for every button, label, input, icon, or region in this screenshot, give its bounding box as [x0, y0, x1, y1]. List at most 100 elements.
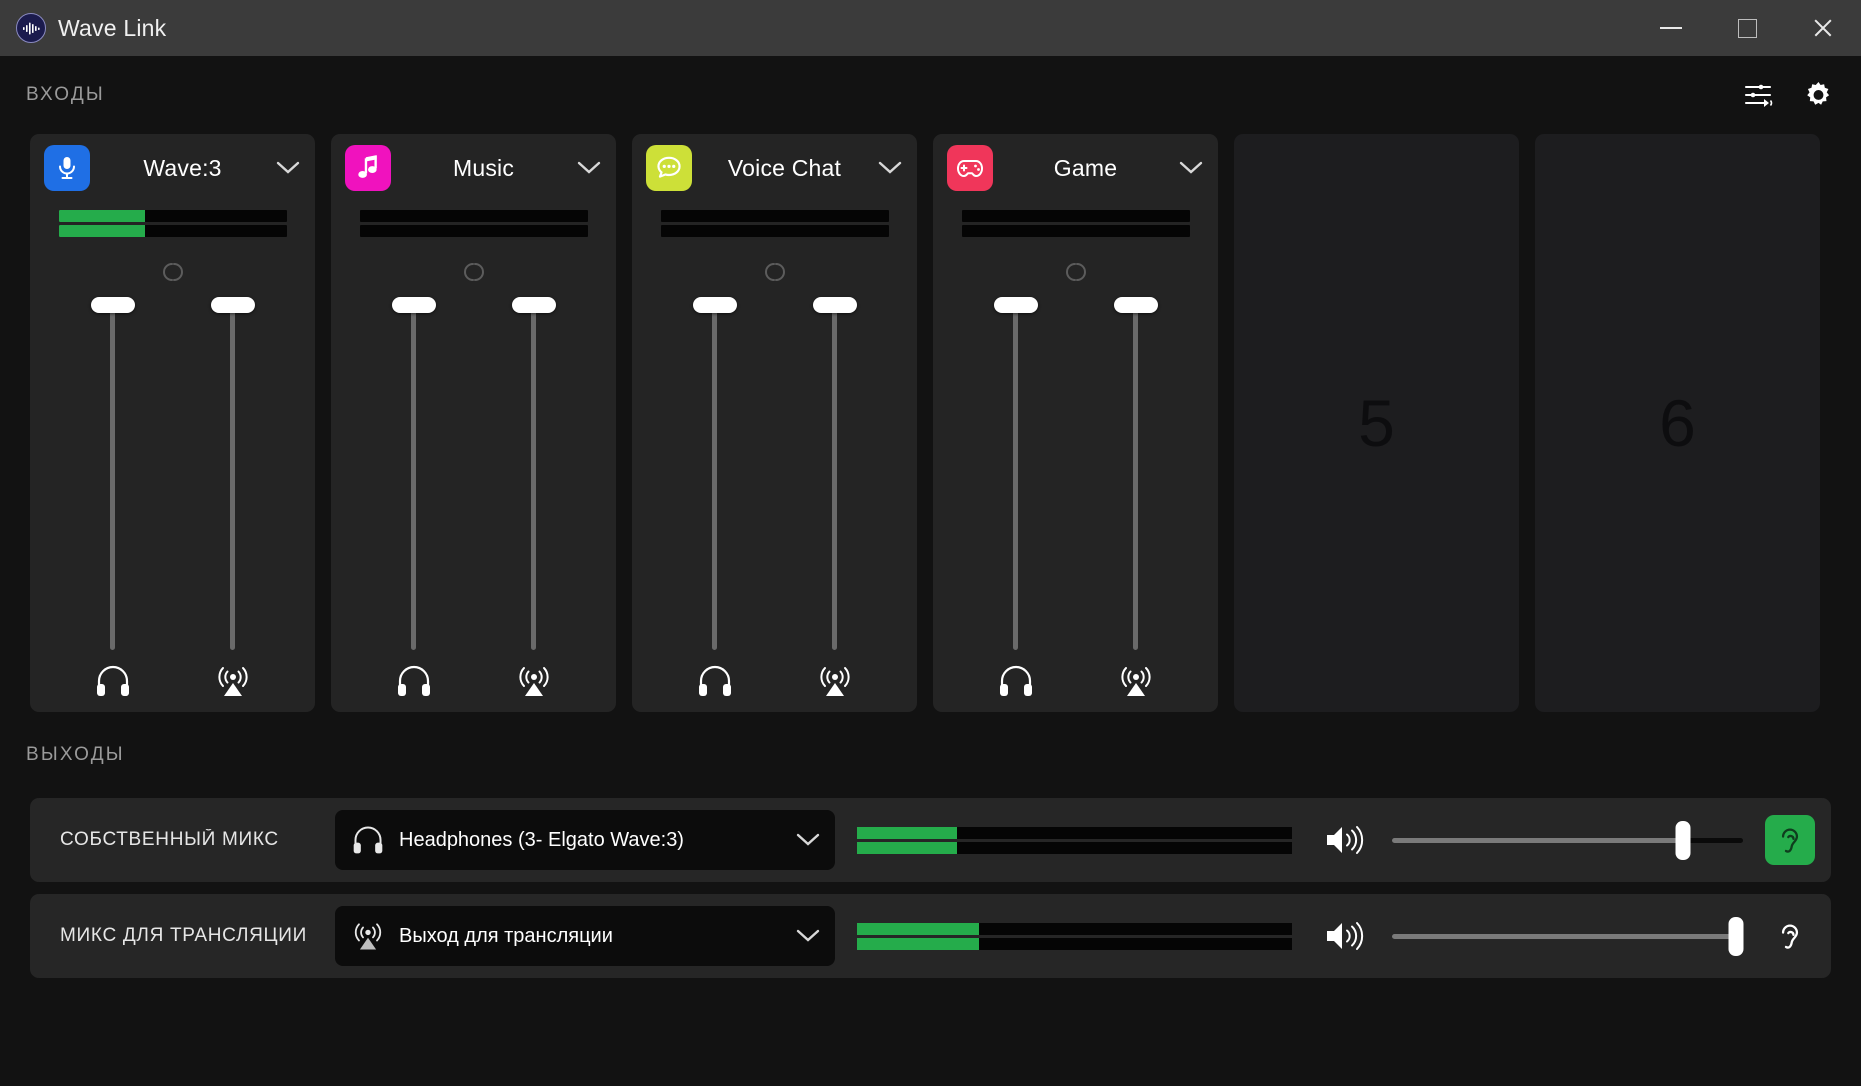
gamepad-icon[interactable] — [947, 145, 993, 191]
channel-header: Wave:3 — [30, 134, 315, 202]
chevron-down-icon[interactable] — [795, 833, 821, 847]
fader-local-mix[interactable] — [84, 297, 142, 712]
music-note-icon[interactable] — [345, 145, 391, 191]
level-meter-left — [961, 210, 1190, 222]
level-meter-left — [857, 922, 1292, 935]
chevron-down-icon[interactable] — [275, 161, 301, 175]
input-channels-row: Wave:3 Music Voice Chat Game 5 6 — [0, 134, 1861, 712]
window-controls — [1633, 0, 1861, 56]
fader-rail — [531, 297, 536, 650]
broadcast-icon[interactable] — [514, 650, 554, 712]
fader-track[interactable] — [204, 297, 262, 650]
level-meters — [660, 210, 889, 237]
speaker-wave-icon[interactable] — [1318, 822, 1370, 858]
input-channel-game[interactable]: Game — [933, 134, 1218, 712]
fader-stream-mix[interactable] — [806, 297, 864, 712]
chevron-down-icon[interactable] — [795, 929, 821, 943]
chevron-down-icon[interactable] — [576, 161, 602, 175]
volume-handle — [1728, 916, 1744, 956]
input-channel-music[interactable]: Music — [331, 134, 616, 712]
level-meter-right — [961, 225, 1190, 237]
fader-track[interactable] — [505, 297, 563, 650]
headphones-icon[interactable] — [696, 650, 734, 712]
level-meter-right — [857, 841, 1292, 854]
headphones-icon[interactable] — [997, 650, 1035, 712]
fader-handle — [210, 297, 255, 313]
fader-local-mix[interactable] — [686, 297, 744, 712]
speaker-wave-icon[interactable] — [1318, 918, 1370, 954]
minimize-button[interactable] — [1633, 0, 1709, 56]
fader-handle — [511, 297, 556, 313]
fader-local-mix[interactable] — [987, 297, 1045, 712]
level-meters — [961, 210, 1190, 237]
output-level-meters — [857, 922, 1292, 950]
channel-header: Game — [933, 134, 1218, 202]
channel-faders — [30, 285, 315, 712]
channel-header: Music — [331, 134, 616, 202]
fader-stream-mix[interactable] — [1107, 297, 1165, 712]
fader-handle — [90, 297, 135, 313]
link-faders-icon[interactable] — [758, 259, 792, 285]
output-volume-slider[interactable] — [1392, 820, 1743, 860]
level-meter-left — [660, 210, 889, 222]
output-label: МИКС ДЛЯ ТРАНСЛЯЦИИ — [60, 925, 308, 946]
fader-track[interactable] — [84, 297, 142, 650]
channel-name: Wave:3 — [143, 154, 222, 181]
maximize-button[interactable] — [1709, 0, 1785, 56]
title-bar-left: Wave Link — [0, 13, 166, 43]
fader-stream-mix[interactable] — [204, 297, 262, 712]
outputs-rows: СОБСТВЕННЫЙ МИКС Headphones (3- Elgato W… — [0, 798, 1861, 978]
empty-channel-slot-6[interactable]: 6 — [1535, 134, 1820, 712]
broadcast-icon[interactable] — [815, 650, 855, 712]
level-meter-right — [857, 937, 1292, 950]
headphones-icon[interactable] — [94, 650, 132, 712]
output-device-select[interactable]: Headphones (3- Elgato Wave:3) — [335, 810, 835, 870]
monitoring-toggle-button[interactable] — [1765, 911, 1815, 961]
broadcast-icon[interactable] — [1116, 650, 1156, 712]
microphone-icon[interactable] — [44, 145, 90, 191]
gear-icon[interactable] — [1802, 79, 1835, 112]
fader-handle — [1113, 297, 1158, 313]
close-button[interactable] — [1785, 0, 1861, 56]
empty-channel-slot-5[interactable]: 5 — [1234, 134, 1519, 712]
headphones-icon[interactable] — [395, 650, 433, 712]
level-meter-left — [58, 210, 287, 222]
fader-stream-mix[interactable] — [505, 297, 563, 712]
fader-track[interactable] — [1107, 297, 1165, 650]
outputs-title: ВЫХОДЫ — [26, 744, 125, 765]
fader-track[interactable] — [806, 297, 864, 650]
input-channel-voice-chat[interactable]: Voice Chat — [632, 134, 917, 712]
fader-local-mix[interactable] — [385, 297, 443, 712]
fader-handle — [391, 297, 436, 313]
output-device-select[interactable]: Выход для трансляции — [335, 906, 835, 966]
chat-bubble-icon[interactable] — [646, 145, 692, 191]
header-tools — [1744, 79, 1835, 112]
channel-name: Voice Chat — [727, 154, 842, 181]
level-meter-left — [857, 826, 1292, 839]
input-channel-wave3[interactable]: Wave:3 — [30, 134, 315, 712]
headphones-icon — [349, 824, 387, 856]
fader-handle — [812, 297, 857, 313]
link-faders-icon[interactable] — [1059, 259, 1093, 285]
output-volume-slider[interactable] — [1392, 916, 1744, 956]
mixer-settings-icon[interactable] — [1744, 82, 1774, 108]
slot-number: 5 — [1358, 386, 1395, 460]
inputs-section-header: ВХОДЫ — [0, 56, 1861, 134]
fader-rail — [230, 297, 235, 650]
fader-track[interactable] — [385, 297, 443, 650]
output-device-name: Выход для трансляции — [399, 924, 613, 947]
minimize-icon — [1660, 27, 1682, 29]
channel-faders — [933, 285, 1218, 712]
link-faders-icon[interactable] — [457, 259, 491, 285]
output-label: СОБСТВЕННЫЙ МИКС — [60, 829, 279, 850]
fader-track[interactable] — [987, 297, 1045, 650]
output-row-local-mix: СОБСТВЕННЫЙ МИКС Headphones (3- Elgato W… — [30, 798, 1831, 882]
level-meters — [58, 210, 287, 237]
chevron-down-icon[interactable] — [877, 161, 903, 175]
link-faders-icon[interactable] — [156, 259, 190, 285]
broadcast-icon[interactable] — [213, 650, 253, 712]
chevron-down-icon[interactable] — [1178, 161, 1204, 175]
fader-rail — [712, 297, 717, 650]
fader-track[interactable] — [686, 297, 744, 650]
monitoring-toggle-button[interactable] — [1765, 815, 1815, 865]
